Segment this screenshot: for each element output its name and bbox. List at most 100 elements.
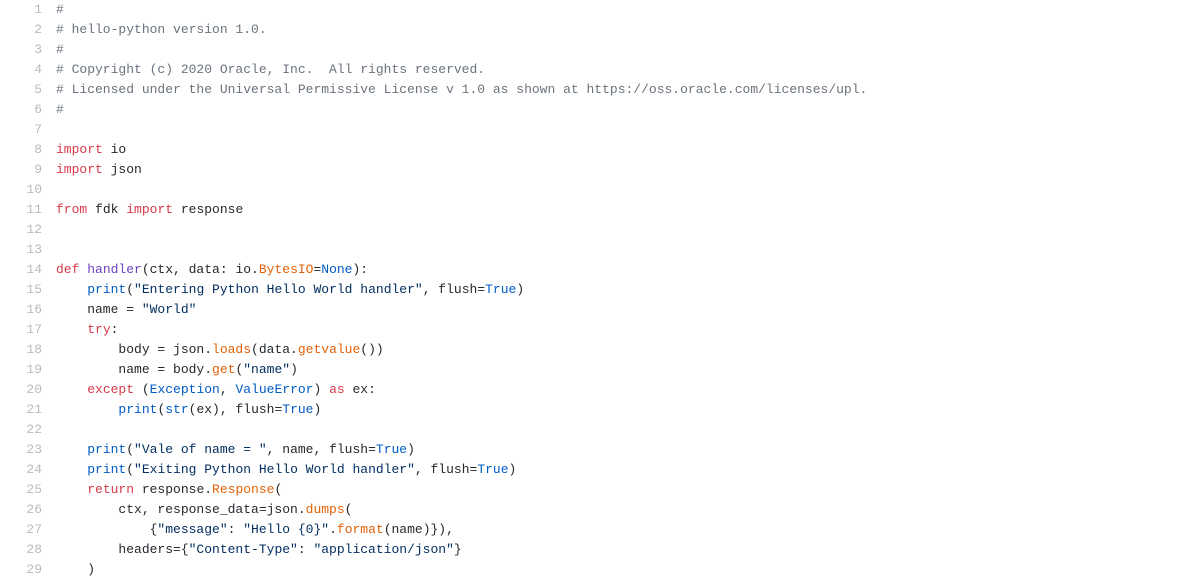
token: ( <box>126 462 134 477</box>
token: fdk <box>87 202 126 217</box>
code-content[interactable] <box>52 240 1200 260</box>
code-line: 1# <box>0 0 1200 20</box>
token: name = <box>56 302 142 317</box>
code-content[interactable]: # <box>52 100 1200 120</box>
code-content[interactable]: name = "World" <box>52 300 1200 320</box>
code-content[interactable] <box>52 420 1200 440</box>
line-number: 11 <box>0 200 52 220</box>
token: response. <box>134 482 212 497</box>
line-number: 19 <box>0 360 52 380</box>
token: ) <box>56 562 95 577</box>
code-content[interactable] <box>52 220 1200 240</box>
line-number: 5 <box>0 80 52 100</box>
token: name = body. <box>56 362 212 377</box>
code-line: 16 name = "World" <box>0 300 1200 320</box>
code-line: 25 return response.Response( <box>0 480 1200 500</box>
token: as <box>329 382 345 397</box>
token: Response <box>212 482 274 497</box>
line-number: 21 <box>0 400 52 420</box>
token: True <box>485 282 516 297</box>
line-number: 20 <box>0 380 52 400</box>
line-number: 4 <box>0 60 52 80</box>
code-line: 11from fdk import response <box>0 200 1200 220</box>
token: # <box>56 42 64 57</box>
token: : <box>228 522 244 537</box>
code-content[interactable] <box>52 180 1200 200</box>
token: } <box>454 542 462 557</box>
token: . <box>329 522 337 537</box>
token <box>56 442 87 457</box>
code-line: 15 print("Entering Python Hello World ha… <box>0 280 1200 300</box>
token: True <box>282 402 313 417</box>
code-content[interactable]: except (Exception, ValueError) as ex: <box>52 380 1200 400</box>
code-content[interactable]: print(str(ex), flush=True) <box>52 400 1200 420</box>
code-content[interactable]: # Licensed under the Universal Permissiv… <box>52 80 1200 100</box>
code-content[interactable]: ) <box>52 560 1200 580</box>
code-content[interactable]: def handler(ctx, data: io.BytesIO=None): <box>52 260 1200 280</box>
code-content[interactable]: print("Exiting Python Hello World handle… <box>52 460 1200 480</box>
code-line: 21 print(str(ex), flush=True) <box>0 400 1200 420</box>
line-number: 15 <box>0 280 52 300</box>
token: getvalue <box>298 342 360 357</box>
line-number: 27 <box>0 520 52 540</box>
code-content[interactable]: ctx, response_data=json.dumps( <box>52 500 1200 520</box>
line-number: 9 <box>0 160 52 180</box>
code-content[interactable] <box>52 120 1200 140</box>
token: import <box>56 142 103 157</box>
code-line: 20 except (Exception, ValueError) as ex: <box>0 380 1200 400</box>
token: ()) <box>360 342 383 357</box>
token: print <box>87 442 126 457</box>
code-content[interactable]: print("Entering Python Hello World handl… <box>52 280 1200 300</box>
code-content[interactable]: from fdk import response <box>52 200 1200 220</box>
token: ) <box>509 462 517 477</box>
token: : <box>111 322 119 337</box>
token: import <box>126 202 173 217</box>
code-content[interactable]: # Copyright (c) 2020 Oracle, Inc. All ri… <box>52 60 1200 80</box>
token: "Hello {0}" <box>243 522 329 537</box>
code-line: 12 <box>0 220 1200 240</box>
line-number: 26 <box>0 500 52 520</box>
token: # Licensed under the Universal Permissiv… <box>56 82 867 97</box>
code-line: 26 ctx, response_data=json.dumps( <box>0 500 1200 520</box>
code-content[interactable]: # <box>52 40 1200 60</box>
token: "application/json" <box>313 542 453 557</box>
token: , name, flush= <box>267 442 376 457</box>
code-line: 13 <box>0 240 1200 260</box>
line-number: 6 <box>0 100 52 120</box>
code-content[interactable]: headers={"Content-Type": "application/js… <box>52 540 1200 560</box>
line-number: 28 <box>0 540 52 560</box>
token: ex: <box>345 382 376 397</box>
code-line: 2# hello-python version 1.0. <box>0 20 1200 40</box>
code-content[interactable]: try: <box>52 320 1200 340</box>
token: "Entering Python Hello World handler" <box>134 282 423 297</box>
code-line: 10 <box>0 180 1200 200</box>
token: body = json. <box>56 342 212 357</box>
token: BytesIO <box>259 262 314 277</box>
token: # hello-python version 1.0. <box>56 22 267 37</box>
line-number: 23 <box>0 440 52 460</box>
code-content[interactable]: print("Vale of name = ", name, flush=Tru… <box>52 440 1200 460</box>
code-content[interactable]: name = body.get("name") <box>52 360 1200 380</box>
token: loads <box>212 342 251 357</box>
code-line: 8import io <box>0 140 1200 160</box>
code-content[interactable]: {"message": "Hello {0}".format(name)}), <box>52 520 1200 540</box>
token: ctx, response_data=json. <box>56 502 306 517</box>
code-content[interactable]: # <box>52 0 1200 20</box>
code-content[interactable]: import json <box>52 160 1200 180</box>
line-number: 8 <box>0 140 52 160</box>
token: ): <box>353 262 369 277</box>
line-number: 29 <box>0 560 52 580</box>
token: ) <box>313 382 329 397</box>
line-number: 7 <box>0 120 52 140</box>
token <box>56 482 87 497</box>
code-content[interactable]: return response.Response( <box>52 480 1200 500</box>
code-content[interactable]: # hello-python version 1.0. <box>52 20 1200 40</box>
line-number: 18 <box>0 340 52 360</box>
token: response <box>173 202 243 217</box>
code-line: 29 ) <box>0 560 1200 580</box>
token: ) <box>407 442 415 457</box>
token: , flush= <box>415 462 477 477</box>
code-content[interactable]: import io <box>52 140 1200 160</box>
code-content[interactable]: body = json.loads(data.getvalue()) <box>52 340 1200 360</box>
token: (ex), flush= <box>189 402 283 417</box>
